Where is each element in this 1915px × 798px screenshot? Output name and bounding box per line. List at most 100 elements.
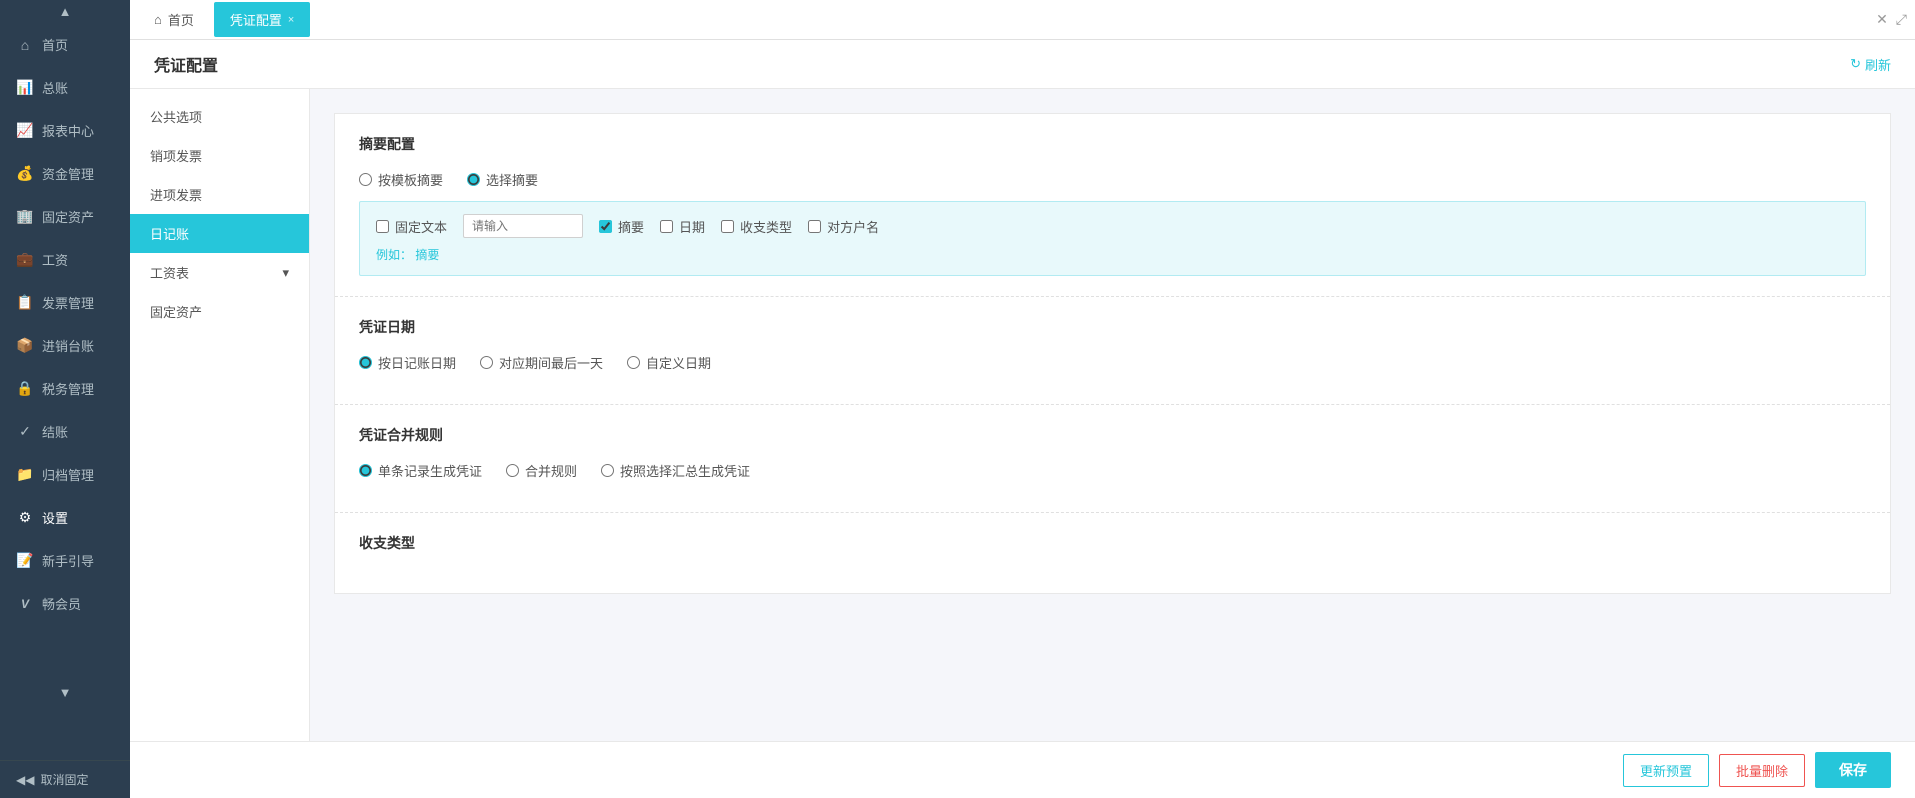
nav-item-salary-table[interactable]: 工资表 ▾ (130, 253, 309, 292)
footer-bar: 更新预置 批量删除 保存 (130, 741, 1915, 798)
page-title: 凭证配置 (154, 52, 218, 76)
summary-checkbox-label[interactable]: 摘要 (599, 217, 644, 236)
counterpart-checkbox-label[interactable]: 对方户名 (808, 217, 879, 236)
fixed-text-checkbox-label[interactable]: 固定文本 (376, 217, 447, 236)
date-journal-radio[interactable] (359, 356, 372, 369)
body-layout: 公共选项 销项发票 进项发票 日记账 工资表 ▾ 固定资产 (130, 89, 1915, 741)
chevron-down-icon: ▾ (282, 265, 289, 281)
abstract-radio-template[interactable]: 按模板摘要 (359, 170, 443, 189)
window-controls: ✕ ⤢ (1876, 11, 1907, 28)
sidebar-item-reports[interactable]: 📈 报表中心 (0, 109, 130, 152)
closing-icon: ✓ (16, 423, 34, 440)
sidebar-item-salary[interactable]: 💼 工资 (0, 238, 130, 281)
nav-item-journal[interactable]: 日记账 (130, 214, 309, 253)
refresh-button[interactable]: ↻ 刷新 (1850, 55, 1891, 74)
voucher-date-section: 凭证日期 按日记账日期 对应期间最后一天 (335, 297, 1890, 404)
merge-rule-radio-label[interactable]: 合并规则 (506, 461, 577, 480)
nav-item-sales-invoice[interactable]: 销项发票 (130, 136, 309, 175)
counterpart-checkbox[interactable] (808, 220, 821, 233)
merge-rule-title: 凭证合并规则 (359, 425, 1866, 445)
date-last-day-radio-label[interactable]: 对应期间最后一天 (480, 353, 603, 372)
sidebar-item-member[interactable]: V 畅会员 (0, 582, 130, 625)
purchase-sale-icon: 📦 (16, 337, 34, 354)
guide-icon: 📝 (16, 552, 34, 569)
config-wrapper: 摘要配置 按模板摘要 选择摘要 (334, 113, 1891, 594)
abstract-title: 摘要配置 (359, 134, 1866, 154)
merge-summary-radio[interactable] (601, 464, 614, 477)
tax-icon: 🔒 (16, 380, 34, 397)
ledger-icon: 📊 (16, 79, 34, 96)
abstract-template-radio[interactable] (359, 173, 372, 186)
tab-home[interactable]: ⌂ 首页 (138, 2, 210, 37)
abstract-select-radio[interactable] (467, 173, 480, 186)
abstract-checkbox-config: 固定文本 摘要 日期 (359, 201, 1866, 276)
sidebar-item-invoice-mgmt[interactable]: 📋 发票管理 (0, 281, 130, 324)
tab-voucher-config[interactable]: 凭证配置 × (214, 2, 310, 37)
merge-summary-radio-label[interactable]: 按照选择汇总生成凭证 (601, 461, 750, 480)
home-icon: ⌂ (16, 37, 34, 53)
fixed-text-checkbox[interactable] (376, 220, 389, 233)
sidebar-item-archive[interactable]: 📁 归档管理 (0, 453, 130, 496)
nav-item-purchase-invoice[interactable]: 进项发票 (130, 175, 309, 214)
merge-rule-section: 凭证合并规则 单条记录生成凭证 合并规则 (335, 405, 1890, 512)
sidebar-item-purchase-sale[interactable]: 📦 进销台账 (0, 324, 130, 367)
nav-item-fixed-assets[interactable]: 固定资产 (130, 292, 309, 331)
settings-icon: ⚙ (16, 509, 34, 526)
maximize-icon[interactable]: ⤢ (1896, 11, 1907, 28)
home-tab-icon: ⌂ (154, 12, 162, 27)
fixed-text-input[interactable] (463, 214, 583, 238)
sidebar-item-closing[interactable]: ✓ 结账 (0, 410, 130, 453)
income-type-title: 收支类型 (359, 533, 1866, 553)
main-area: ⌂ 首页 凭证配置 × ✕ ⤢ 凭证配置 ↻ 刷新 公共选项 (130, 0, 1915, 798)
merge-rule-radio[interactable] (506, 464, 519, 477)
sidebar-item-guide[interactable]: 📝 新手引导 (0, 539, 130, 582)
income-type-section: 收支类型 (335, 513, 1890, 593)
tab-bar: ⌂ 首页 凭证配置 × ✕ ⤢ (130, 0, 1915, 40)
cancel-fixed-button[interactable]: ◀◀ 取消固定 (0, 760, 130, 798)
sidebar-item-tax[interactable]: 🔒 税务管理 (0, 367, 130, 410)
page-header: 凭证配置 ↻ 刷新 (130, 40, 1915, 89)
refresh-icon: ↻ (1850, 56, 1861, 72)
reports-icon: 📈 (16, 122, 34, 139)
tab-close-icon[interactable]: × (288, 14, 294, 26)
date-custom-radio-label[interactable]: 自定义日期 (627, 353, 711, 372)
merge-single-radio-label[interactable]: 单条记录生成凭证 (359, 461, 482, 480)
date-last-day-radio[interactable] (480, 356, 493, 369)
abstract-checkbox-row: 固定文本 摘要 日期 (376, 214, 1849, 238)
sidebar-item-settings[interactable]: ⚙ 设置 (0, 496, 130, 539)
batch-delete-button[interactable]: 批量删除 (1719, 754, 1805, 787)
pin-icon: ◀◀ (16, 773, 34, 787)
summary-checkbox[interactable] (599, 220, 612, 233)
income-type-checkbox-label[interactable]: 收支类型 (721, 217, 792, 236)
member-icon: V (16, 597, 34, 611)
abstract-radio-select[interactable]: 选择摘要 (467, 170, 538, 189)
right-content: 摘要配置 按模板摘要 选择摘要 (310, 89, 1915, 741)
sidebar-item-home[interactable]: ⌂ 首页 (0, 23, 130, 66)
merge-single-radio[interactable] (359, 464, 372, 477)
update-preview-button[interactable]: 更新预置 (1623, 754, 1709, 787)
income-type-checkbox[interactable] (721, 220, 734, 233)
example-text: 例如： 摘要 (376, 246, 1849, 263)
date-journal-radio-label[interactable]: 按日记账日期 (359, 353, 456, 372)
close-icon[interactable]: ✕ (1876, 11, 1888, 28)
nav-item-public[interactable]: 公共选项 (130, 97, 309, 136)
content-area: 凭证配置 ↻ 刷新 公共选项 销项发票 进项发票 日记账 (130, 40, 1915, 798)
abstract-section: 摘要配置 按模板摘要 选择摘要 (335, 114, 1890, 296)
voucher-date-title: 凭证日期 (359, 317, 1866, 337)
sidebar-scroll-up[interactable]: ▲ (0, 0, 130, 23)
date-custom-radio[interactable] (627, 356, 640, 369)
salary-icon: 💼 (16, 251, 34, 268)
funds-icon: 💰 (16, 165, 34, 182)
sidebar-scroll-down[interactable]: ▼ (0, 681, 130, 704)
left-nav: 公共选项 销项发票 进项发票 日记账 工资表 ▾ 固定资产 (130, 89, 310, 741)
date-checkbox-label[interactable]: 日期 (660, 217, 705, 236)
invoice-mgmt-icon: 📋 (16, 294, 34, 311)
sidebar-item-ledger[interactable]: 📊 总账 (0, 66, 130, 109)
voucher-date-radio-group: 按日记账日期 对应期间最后一天 自定义日期 (359, 353, 1866, 372)
save-button[interactable]: 保存 (1815, 752, 1891, 788)
date-checkbox[interactable] (660, 220, 673, 233)
archive-icon: 📁 (16, 466, 34, 483)
merge-rule-radio-group: 单条记录生成凭证 合并规则 按照选择汇总生成凭证 (359, 461, 1866, 480)
sidebar-item-assets[interactable]: 🏢 固定资产 (0, 195, 130, 238)
sidebar-item-funds[interactable]: 💰 资金管理 (0, 152, 130, 195)
